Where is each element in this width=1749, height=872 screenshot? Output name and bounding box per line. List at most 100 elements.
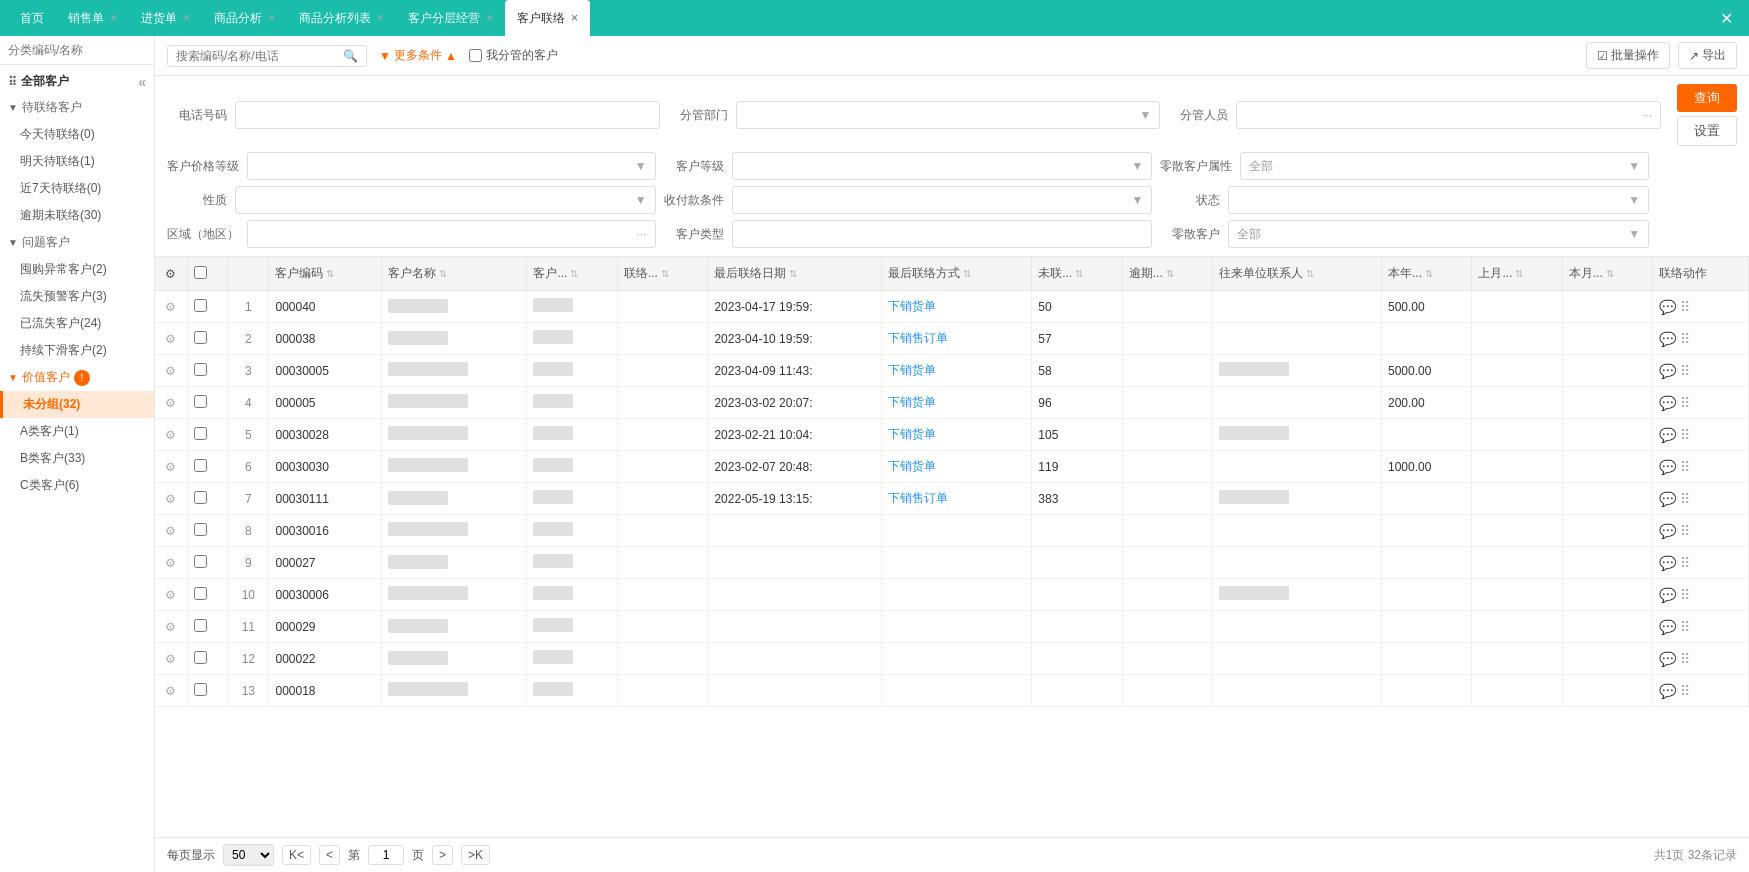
settings-icon[interactable]: ⚙ [165, 460, 176, 474]
settings-icon[interactable]: ⚙ [165, 396, 176, 410]
col-overdue[interactable]: 逾期... [1122, 257, 1212, 291]
col-last-contact-way[interactable]: 最后联络方式 [882, 257, 1032, 291]
sidebar-item-churned[interactable]: 已流失客户(24) [0, 310, 154, 337]
sidebar-item-7days[interactable]: 近7天待联络(0) [0, 175, 154, 202]
nav-product-analysis[interactable]: 商品分析 × [202, 0, 287, 36]
sidebar-search-input[interactable] [8, 43, 155, 57]
contact-way-link[interactable]: 下销货单 [888, 427, 936, 441]
col-settings[interactable]: ⚙ [155, 257, 187, 291]
row-settings[interactable]: ⚙ [155, 323, 187, 355]
col-not-contacted[interactable]: 未联... [1032, 257, 1122, 291]
row-checkbox[interactable] [194, 491, 207, 504]
row-checkbox[interactable] [194, 683, 207, 696]
sidebar-item-tomorrow[interactable]: 明天待联络(1) [0, 148, 154, 175]
row-checkbox[interactable] [194, 555, 207, 568]
my-customers-checkbox[interactable] [469, 49, 482, 62]
row-settings[interactable]: ⚙ [155, 611, 187, 643]
nav-sales-close[interactable]: × [110, 11, 117, 25]
row-checkbox[interactable] [194, 331, 207, 344]
manager-select[interactable]: ··· [1236, 101, 1661, 129]
chat-icon[interactable]: 💬 [1659, 331, 1676, 347]
dept-select[interactable]: ▼ [736, 101, 1161, 129]
col-contact[interactable]: 联络... [617, 257, 707, 291]
col-name[interactable]: 客户名称 [381, 257, 527, 291]
price-level-select[interactable]: ▼ [247, 152, 656, 180]
settings-icon[interactable]: ⚙ [165, 492, 176, 506]
settings-icon[interactable]: ⚙ [165, 588, 176, 602]
sidebar-item-class-b[interactable]: B类客户(33) [0, 445, 154, 472]
row-checkbox[interactable] [194, 651, 207, 664]
row-settings[interactable]: ⚙ [155, 291, 187, 323]
sidebar-item-class-c[interactable]: C类客户(6) [0, 472, 154, 499]
chat-icon[interactable]: 💬 [1659, 587, 1676, 603]
sidebar-item-churn-warning[interactable]: 流失预警客户(3) [0, 283, 154, 310]
col-this-month[interactable]: 本月... [1562, 257, 1652, 291]
more-icon[interactable]: ⠿ [1680, 459, 1690, 475]
more-icon[interactable]: ⠿ [1680, 491, 1690, 507]
page-number-input[interactable] [368, 845, 404, 865]
col-type[interactable]: 客户... [527, 257, 617, 291]
nav-product-analysis-close[interactable]: × [268, 11, 275, 25]
customer-type-select[interactable] [732, 220, 1153, 248]
nav-purchase[interactable]: 进货单 × [129, 0, 202, 36]
nav-sales[interactable]: 销售单 × [56, 0, 129, 36]
chat-icon[interactable]: 💬 [1659, 619, 1676, 635]
contact-way-link[interactable]: 下销货单 [888, 363, 936, 377]
first-page-button[interactable]: K< [282, 845, 311, 865]
settings-icon[interactable]: ⚙ [165, 300, 176, 314]
row-settings[interactable]: ⚙ [155, 419, 187, 451]
settings-icon[interactable]: ⚙ [165, 428, 176, 442]
batch-op-button[interactable]: ☑ 批量操作 [1586, 42, 1670, 69]
contact-way-link[interactable]: 下销货单 [888, 299, 936, 313]
row-checkbox[interactable] [194, 427, 207, 440]
contact-way-link[interactable]: 下销售订单 [888, 331, 948, 345]
sidebar-item-declining[interactable]: 持续下滑客户(2) [0, 337, 154, 364]
sidebar-all-customers[interactable]: ⠿ 全部客户 « [0, 65, 154, 94]
more-icon[interactable]: ⠿ [1680, 619, 1690, 635]
retail-customer-select[interactable]: 全部 ▼ [1228, 220, 1649, 248]
contact-way-link[interactable]: 下销货单 [888, 459, 936, 473]
row-settings[interactable]: ⚙ [155, 547, 187, 579]
region-select[interactable]: ··· [247, 220, 656, 248]
filter-search-box[interactable]: 🔍 [167, 45, 367, 67]
more-icon[interactable]: ⠿ [1680, 427, 1690, 443]
reset-button[interactable]: 设置 [1677, 116, 1737, 146]
sidebar-group-value[interactable]: ▼ 价值客户 ! [0, 364, 154, 391]
row-checkbox[interactable] [194, 587, 207, 600]
nav-customer-tier[interactable]: 客户分层经营 × [396, 0, 505, 36]
payment-select[interactable]: ▼ [732, 186, 1153, 214]
nav-purchase-close[interactable]: × [183, 11, 190, 25]
chat-icon[interactable]: 💬 [1659, 395, 1676, 411]
sidebar-item-abnormal-hoarding[interactable]: 囤购异常客户(2) [0, 256, 154, 283]
row-checkbox[interactable] [194, 459, 207, 472]
nav-home[interactable]: 首页 [8, 0, 56, 36]
chat-icon[interactable]: 💬 [1659, 459, 1676, 475]
sidebar-group-problem[interactable]: ▼ 问题客户 [0, 229, 154, 256]
sidebar-item-class-a[interactable]: A类客户(1) [0, 418, 154, 445]
row-settings[interactable]: ⚙ [155, 355, 187, 387]
row-settings[interactable]: ⚙ [155, 579, 187, 611]
customer-level-select[interactable]: ▼ [732, 152, 1153, 180]
more-icon[interactable]: ⠿ [1680, 523, 1690, 539]
select-all-checkbox[interactable] [194, 266, 207, 279]
more-icon[interactable]: ⠿ [1680, 587, 1690, 603]
more-icon[interactable]: ⠿ [1680, 651, 1690, 667]
query-button[interactable]: 查询 [1677, 84, 1737, 112]
settings-icon[interactable]: ⚙ [165, 684, 176, 698]
chat-icon[interactable]: 💬 [1659, 491, 1676, 507]
nav-customer-tier-close[interactable]: × [486, 11, 493, 25]
row-settings[interactable]: ⚙ [155, 515, 187, 547]
col-intercompany[interactable]: 往来单位联系人 [1213, 257, 1382, 291]
settings-icon[interactable]: ⚙ [165, 524, 176, 538]
window-close-button[interactable]: ✕ [1712, 10, 1741, 27]
nature-select[interactable]: ▼ [235, 186, 656, 214]
sidebar-item-ungrouped[interactable]: 未分组(32) [0, 391, 154, 418]
chat-icon[interactable]: 💬 [1659, 363, 1676, 379]
settings-icon[interactable]: ⚙ [165, 364, 176, 378]
chat-icon[interactable]: 💬 [1659, 299, 1676, 315]
col-last-month[interactable]: 上月... [1472, 257, 1562, 291]
more-icon[interactable]: ⠿ [1680, 299, 1690, 315]
chat-icon[interactable]: 💬 [1659, 683, 1676, 699]
chat-icon[interactable]: 💬 [1659, 651, 1676, 667]
row-checkbox[interactable] [194, 363, 207, 376]
